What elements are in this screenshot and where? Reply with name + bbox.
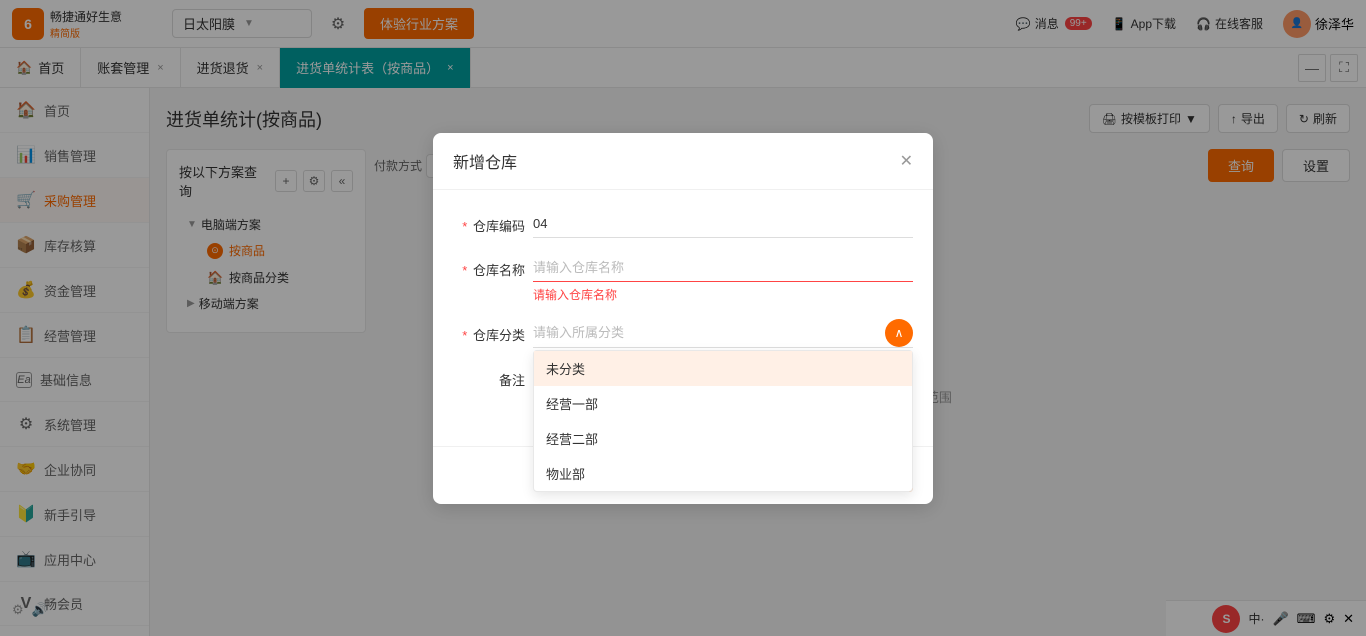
category-option-dept2[interactable]: 经营二部: [534, 421, 912, 456]
category-option-property[interactable]: 物业部: [534, 456, 912, 491]
category-option-dept1[interactable]: 经营一部: [534, 386, 912, 421]
category-dropdown-toggle[interactable]: ∧: [885, 319, 913, 347]
code-field: [533, 210, 913, 238]
category-field-row: * 仓库分类 ∧ 未分类 经营一部 经营二部 物业部: [453, 319, 913, 348]
code-label: * 仓库编码: [453, 210, 533, 235]
remark-label: 备注: [453, 364, 533, 389]
code-field-row: * 仓库编码: [453, 210, 913, 238]
modal-overlay[interactable]: 新增仓库 ✕ * 仓库编码 * 仓库名称: [0, 0, 1366, 636]
modal-title: 新增仓库: [453, 149, 517, 173]
name-field-row: * 仓库名称 请输入仓库名称: [453, 254, 913, 303]
category-option-uncategorized[interactable]: 未分类: [534, 351, 912, 386]
new-warehouse-modal: 新增仓库 ✕ * 仓库编码 * 仓库名称: [433, 133, 933, 504]
name-input[interactable]: [533, 254, 913, 282]
category-input-row: ∧: [533, 319, 913, 348]
modal-close-button[interactable]: ✕: [900, 151, 913, 171]
chevron-up-icon: ∧: [895, 326, 904, 340]
name-error-message: 请输入仓库名称: [533, 286, 913, 303]
category-label: * 仓库分类: [453, 319, 533, 344]
category-input[interactable]: [533, 319, 885, 346]
name-label: * 仓库名称: [453, 254, 533, 279]
modal-body: * 仓库编码 * 仓库名称 请输入仓库名称: [433, 190, 933, 446]
name-field: 请输入仓库名称: [533, 254, 913, 303]
code-input[interactable]: [533, 210, 913, 238]
category-dropdown-menu: 未分类 经营一部 经营二部 物业部: [533, 350, 913, 492]
category-field: ∧ 未分类 经营一部 经营二部 物业部: [533, 319, 913, 348]
modal-header: 新增仓库 ✕: [433, 133, 933, 190]
